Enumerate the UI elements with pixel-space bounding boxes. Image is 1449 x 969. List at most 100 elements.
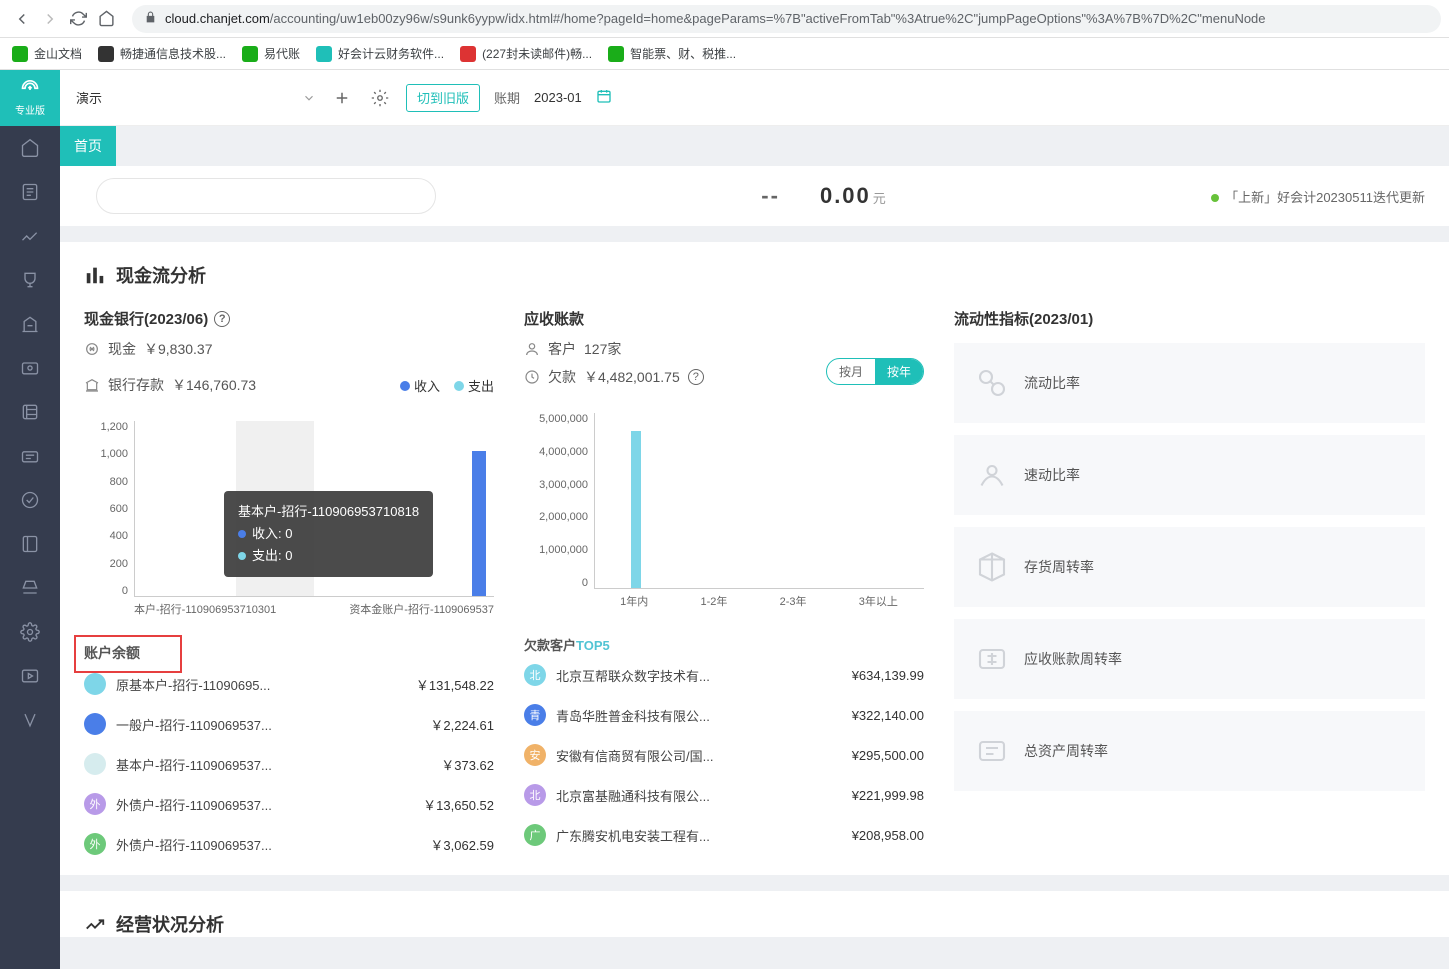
bookmark-item[interactable]: 智能票、财、税推... [608,45,736,62]
balance-row[interactable]: 外外债户-招行-1109069537...￥3,062.59 [84,833,494,855]
account-name: 外债户-招行-1109069537... [116,835,272,854]
nav-forward[interactable] [36,5,64,33]
debt-value: ￥4,482,001.75 [584,367,680,387]
bar-chart-icon [84,264,106,286]
nav-print-icon[interactable] [0,566,60,610]
bank-icon [84,377,100,393]
balance-row[interactable]: 原基本户-招行-11090695... ￥131,548.22 [84,673,494,695]
nav-tax-icon[interactable] [0,434,60,478]
tab-row: 首页 [60,126,1449,166]
balance-header: 账户余额 [84,643,494,663]
gear-icon[interactable] [368,86,392,110]
nav-invoice-icon[interactable] [0,390,60,434]
cash-label: 现金 [108,339,136,359]
nav-home[interactable] [92,5,120,33]
cashflow-title: 现金流分析 [84,262,1425,288]
nav-home-icon[interactable] [0,126,60,170]
receivable-chart: 5,000,0004,000,0003,000,0002,000,0001,00… [524,413,924,613]
nav-archive-icon[interactable] [0,478,60,522]
receivable-title: 应收账款 [524,308,584,329]
top-toolbar: 演示 切到旧版 账期 2023-01 [60,70,1449,126]
nav-video-icon[interactable] [0,654,60,698]
metric-card[interactable]: 总资产周转率 [954,711,1425,791]
y-axis-a: 1,2001,0008006004002000 [84,421,128,597]
bookmark-item[interactable]: (227封未读邮件)畅... [460,45,592,62]
metric-card[interactable]: 速动比率 [954,435,1425,515]
customer-icon: 北 [524,784,546,806]
calendar-icon[interactable] [596,88,612,107]
balance-row[interactable]: 基本户-招行-1109069537...￥373.62 [84,753,494,775]
bookmark-item[interactable]: 金山文档 [12,45,82,62]
metric-label: 应收账款周转率 [1024,649,1122,669]
chart-legend: 收入 支出 [400,376,494,395]
bookmark-favicon [242,46,258,62]
balance-list: 原基本户-招行-11090695... ￥131,548.22 一般户-招行-110… [84,673,494,855]
deposit-label: 银行存款 [108,375,164,395]
account-icon: 外 [84,793,106,815]
debt-amount: ¥322,140.00 [852,708,924,723]
nav-v-icon[interactable] [0,698,60,742]
account-name: 原基本户-招行-11090695... [116,675,270,694]
customer-icon: 广 [524,824,546,846]
metric-icon [974,733,1010,769]
content-scroll[interactable]: -- 0.00元 「上新」好会计20230511迭代更新 现金流分析 现金银行(… [60,166,1449,969]
address-bar[interactable]: cloud.chanjet.com/accounting/uw1eb00zy96… [132,5,1441,33]
nav-report-icon[interactable] [0,214,60,258]
help-icon[interactable]: ? [214,311,230,327]
help-icon[interactable]: ? [688,369,704,385]
url-host: cloud.chanjet.com [165,11,270,26]
amount-value: 0.00 [820,183,871,208]
balance-row[interactable]: 一般户-招行-1109069537...￥2,224.61 [84,713,494,735]
top5-row[interactable]: 广广东腾安机电安装工程有...¥208,958.00 [524,824,924,846]
period-label: 账期 [494,88,520,107]
top5-row[interactable]: 北北京富基融通科技有限公...¥221,999.98 [524,784,924,806]
nav-salary-icon[interactable] [0,346,60,390]
period-toggle[interactable]: 按月 按年 [826,358,924,385]
search-placeholder[interactable] [96,178,436,214]
bookmark-item[interactable]: 好会计云财务软件... [316,45,444,62]
news-item[interactable]: 「上新」好会计20230511迭代更新 [1211,187,1425,206]
nav-back[interactable] [8,5,36,33]
nav-assets-icon[interactable] [0,302,60,346]
bookmark-favicon [316,46,332,62]
amount-unit: 元 [873,191,886,206]
metric-card[interactable]: 流动比率 [954,343,1425,423]
debt-amount: ¥208,958.00 [852,828,924,843]
liquidity-title: 流动性指标(2023/01) [954,308,1093,329]
switch-version-button[interactable]: 切到旧版 [406,84,480,112]
operation-title: 经营状况分析 [84,911,1425,937]
bookmark-label: 金山文档 [34,45,82,62]
trend-icon [84,913,106,935]
nav-voucher-icon[interactable] [0,170,60,214]
metric-card[interactable]: 存货周转率 [954,527,1425,607]
add-icon[interactable] [330,86,354,110]
top5-row[interactable]: 北北京互帮联众数字技术有...¥634,139.99 [524,664,924,686]
chart-bar [631,431,641,589]
top5-row[interactable]: 青青岛华胜普金科技有限公...¥322,140.00 [524,704,924,726]
toggle-year[interactable]: 按年 [875,359,923,384]
app-logo[interactable]: 专业版 [0,70,60,126]
bookmark-item[interactable]: 易代账 [242,45,300,62]
nav-inventory-icon[interactable] [0,522,60,566]
balance-row[interactable]: 外外债户-招行-1109069537...￥13,650.52 [84,793,494,815]
customer-name: 北京富基融通科技有限公... [556,786,710,805]
nav-settings-icon[interactable] [0,610,60,654]
user-icon [524,341,540,357]
debt-icon [524,369,540,385]
bookmark-label: 易代账 [264,45,300,62]
account-icon [84,713,106,735]
bookmark-favicon [608,46,624,62]
nav-funds-icon[interactable] [0,258,60,302]
tab-home[interactable]: 首页 [60,126,116,166]
org-selector[interactable]: 演示 [76,82,316,114]
top5-row[interactable]: 安安徽有信商贸有限公司/国...¥295,500.00 [524,744,924,766]
account-amount: ￥3,062.59 [430,835,494,854]
nav-reload[interactable] [64,5,92,33]
debt-amount: ¥295,500.00 [852,748,924,763]
customer-name: 北京互帮联众数字技术有... [556,666,710,685]
metric-card[interactable]: 应收账款周转率 [954,619,1425,699]
bookmark-item[interactable]: 畅捷通信息技术股... [98,45,226,62]
toggle-month[interactable]: 按月 [827,359,875,384]
account-amount: ￥131,548.22 [416,675,494,694]
app-root: 专业版 演示 切到旧版 账期 2023-01 [0,70,1449,969]
